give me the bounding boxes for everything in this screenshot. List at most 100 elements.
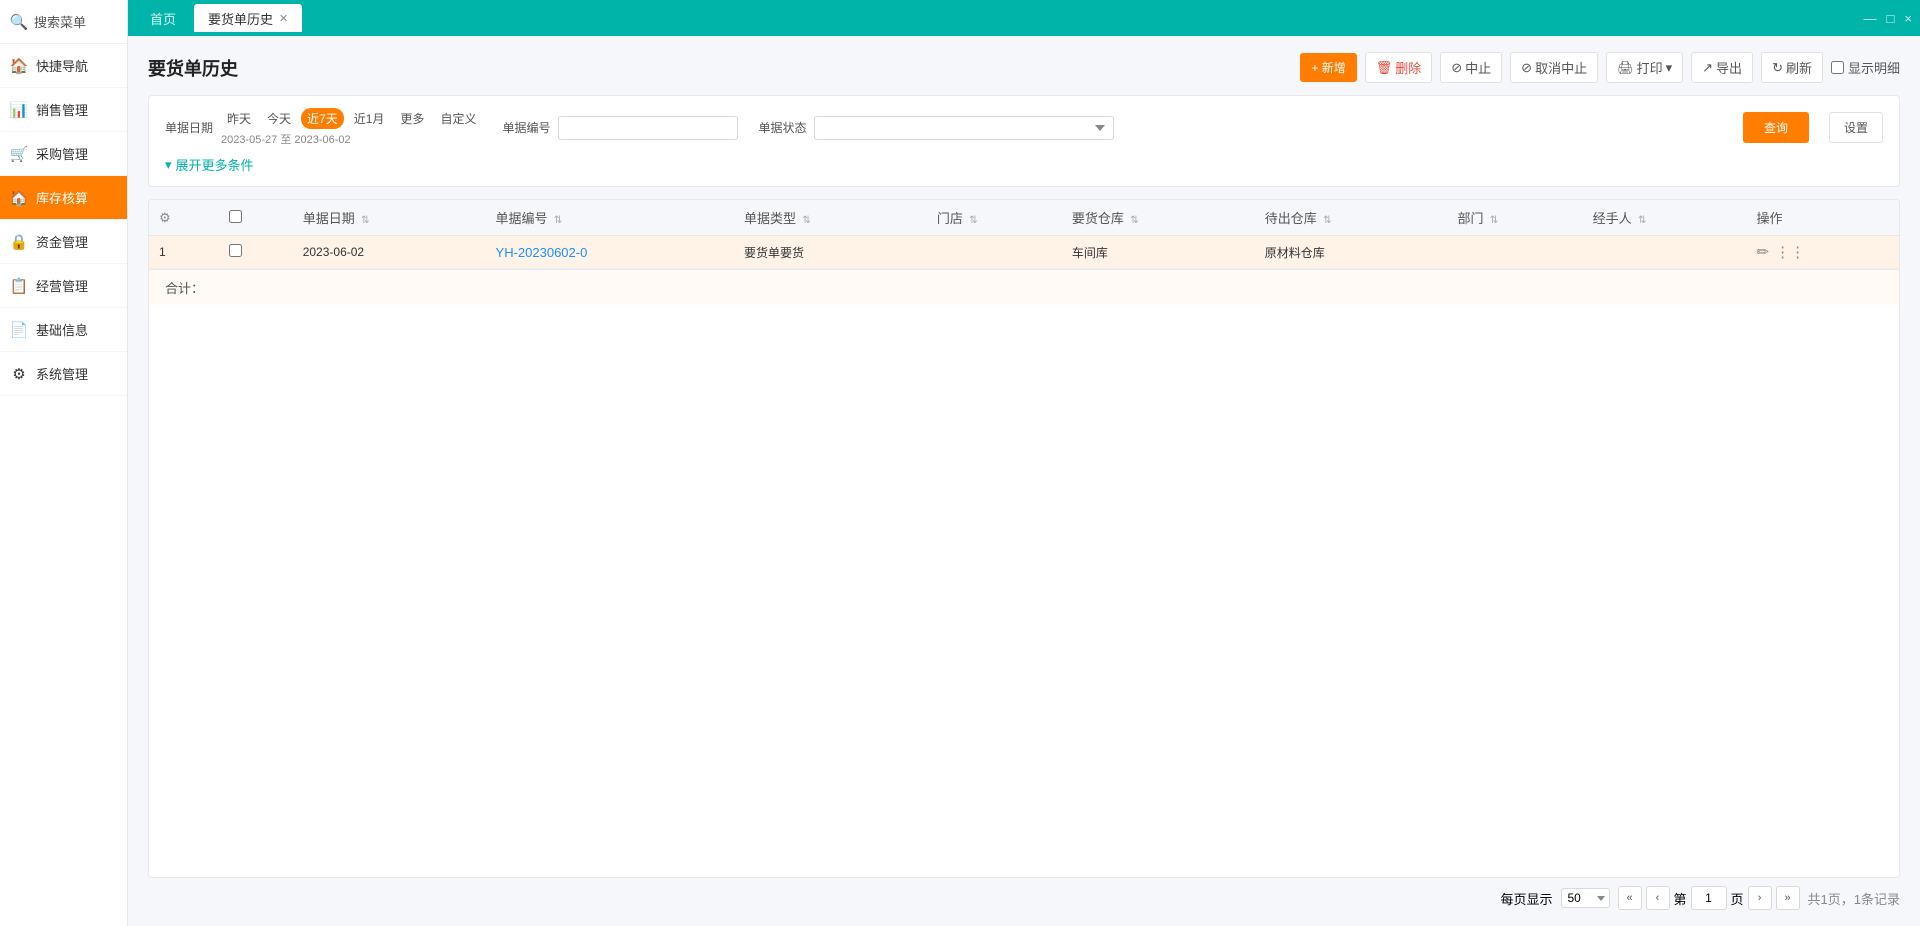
date-options-row: 昨天 今天 近7天 近1月 更多 自定义 <box>221 108 482 129</box>
tab-close-icon[interactable]: ✕ <box>279 12 288 25</box>
date-opt-yesterday[interactable]: 昨天 <box>221 108 257 129</box>
cell-store <box>927 236 1062 269</box>
sidebar-item-operations[interactable]: 📋 经营管理 <box>0 264 127 308</box>
delete-button[interactable]: 🗑 删除 <box>1365 52 1433 83</box>
print-button[interactable]: 🖨 打印 ▾ <box>1606 52 1683 83</box>
col-actions: 操作 <box>1747 200 1900 236</box>
col-req-warehouse-label: 要货仓库 <box>1072 211 1124 226</box>
new-button[interactable]: + 新增 <box>1300 53 1356 82</box>
cell-checkbox <box>219 236 292 269</box>
basic-icon: 📄 <box>10 321 28 339</box>
cancel-stop-button[interactable]: ⊘ 取消中止 <box>1510 52 1598 83</box>
bill-no-filter-group: 单据编号 <box>502 116 738 140</box>
purchase-icon: 🛒 <box>10 145 28 163</box>
cell-req-warehouse: 车间库 <box>1062 236 1255 269</box>
col-handler[interactable]: 经手人 ⇅ <box>1583 200 1747 236</box>
cell-pending-warehouse: 原材料仓库 <box>1255 236 1448 269</box>
sort-dept-icon: ⇅ <box>1490 215 1498 226</box>
date-options: 昨天 今天 近7天 近1月 更多 自定义 2023-05-27 至 2023-0… <box>221 108 482 147</box>
print-icon: 🖨 <box>1617 60 1634 76</box>
sidebar-item-quick-nav[interactable]: 🏠 快捷导航 <box>0 44 127 88</box>
system-icon: ⚙ <box>10 365 28 383</box>
col-bill-no[interactable]: 单据编号 ⇅ <box>486 200 735 236</box>
display-detail-checkbox[interactable] <box>1831 61 1844 74</box>
sidebar-item-finance[interactable]: 🔒 资金管理 <box>0 220 127 264</box>
page-size-select[interactable]: 20 50 100 <box>1561 888 1610 908</box>
col-req-warehouse[interactable]: 要货仓库 ⇅ <box>1062 200 1255 236</box>
col-settings[interactable]: ⚙ <box>149 200 219 236</box>
next-page-button[interactable]: › <box>1748 886 1772 910</box>
sidebar-search[interactable]: 🔍 搜索菜单 <box>0 0 127 44</box>
date-opt-more[interactable]: 更多 <box>394 108 430 129</box>
col-bill-type[interactable]: 单据类型 ⇅ <box>734 200 927 236</box>
more-action-icon[interactable]: ⋮⋮ <box>1775 243 1805 261</box>
date-opt-1month[interactable]: 近1月 <box>348 108 391 129</box>
tab-requisition-history[interactable]: 要货单历史 ✕ <box>194 4 302 32</box>
date-opt-today[interactable]: 今天 <box>261 108 297 129</box>
status-label: 单据状态 <box>758 119 806 136</box>
refresh-button[interactable]: ↻ 刷新 <box>1761 52 1823 83</box>
page-header: 要货单历史 + 新增 🗑 删除 ⊘ 中止 ⊘ 取消中止 🖨 打印 <box>148 52 1900 83</box>
export-button[interactable]: ↗ 导出 <box>1691 52 1753 83</box>
sidebar-item-label: 经营管理 <box>36 276 88 295</box>
inventory-icon: 🏠 <box>10 189 28 207</box>
last-page-button[interactable]: » <box>1776 886 1800 910</box>
export-icon: ↗ <box>1702 60 1713 76</box>
date-filter-group: 单据日期 昨天 今天 近7天 近1月 更多 自定义 2023-05-27 至 2… <box>165 108 482 147</box>
window-close[interactable]: × <box>1904 11 1912 26</box>
sort-pending-icon: ⇅ <box>1323 215 1331 226</box>
col-bill-type-label: 单据类型 <box>744 211 796 226</box>
window-maximize[interactable]: □ <box>1887 11 1895 26</box>
select-all-checkbox[interactable] <box>229 210 242 223</box>
search-icon: 🔍 <box>10 13 28 31</box>
status-filter-group: 单据状态 <box>758 116 1723 140</box>
cell-bill-no: YH-20230602-0 <box>486 236 735 269</box>
tab-bar-controls: — □ × <box>1864 11 1912 26</box>
page-input[interactable] <box>1691 886 1727 910</box>
sidebar-search-label: 搜索菜单 <box>34 12 86 31</box>
col-department[interactable]: 部门 ⇅ <box>1448 200 1583 236</box>
settings-button[interactable]: 设置 <box>1829 112 1883 143</box>
expand-more-btn[interactable]: ▾ 展开更多条件 <box>165 155 1883 174</box>
col-pending-warehouse[interactable]: 待出仓库 ⇅ <box>1255 200 1448 236</box>
date-range-display: 2023-05-27 至 2023-06-02 <box>221 131 482 147</box>
finance-icon: 🔒 <box>10 233 28 251</box>
delete-icon: 🗑 <box>1376 60 1393 76</box>
window-minimize[interactable]: — <box>1864 11 1877 26</box>
bill-no-input[interactable] <box>558 116 738 140</box>
filter-row: 单据日期 昨天 今天 近7天 近1月 更多 自定义 2023-05-27 至 2… <box>165 108 1883 147</box>
tab-home[interactable]: 首页 <box>136 4 190 32</box>
col-store[interactable]: 门店 ⇅ <box>927 200 1062 236</box>
sidebar-item-basic[interactable]: 📄 基础信息 <box>0 308 127 352</box>
toolbar: + 新增 🗑 删除 ⊘ 中止 ⊘ 取消中止 🖨 打印 ▾ <box>1300 52 1900 83</box>
col-date[interactable]: 单据日期 ⇅ <box>293 200 486 236</box>
sidebar-item-inventory[interactable]: 🏠 库存核算 <box>0 176 127 220</box>
cell-actions: ✏ ⋮⋮ <box>1747 236 1900 269</box>
sort-handler-icon: ⇅ <box>1638 215 1646 226</box>
page-label: 第 <box>1674 889 1687 908</box>
table-settings-icon[interactable]: ⚙ <box>159 210 171 225</box>
total-label: 合计： <box>165 278 204 297</box>
pagination-bar: 每页显示 20 50 100 « ‹ 第 页 › » 共1页，1条记录 <box>148 878 1900 910</box>
stop-button[interactable]: ⊘ 中止 <box>1440 52 1502 83</box>
display-detail-toggle[interactable]: 显示明细 <box>1831 58 1900 77</box>
date-opt-custom[interactable]: 自定义 <box>434 108 482 129</box>
query-button[interactable]: 查询 <box>1743 112 1809 143</box>
tab-home-label: 首页 <box>150 9 176 28</box>
stop-icon: ⊘ <box>1451 60 1462 76</box>
bill-no-link[interactable]: YH-20230602-0 <box>496 245 588 260</box>
sidebar-item-label: 系统管理 <box>36 364 88 383</box>
first-page-button[interactable]: « <box>1618 886 1642 910</box>
edit-action-icon[interactable]: ✏ <box>1757 243 1770 261</box>
sidebar-item-purchase[interactable]: 🛒 采购管理 <box>0 132 127 176</box>
tab-bar: 首页 要货单历史 ✕ — □ × <box>128 0 1920 36</box>
prev-page-button[interactable]: ‹ <box>1646 886 1670 910</box>
sidebar-item-label: 销售管理 <box>36 100 88 119</box>
date-opt-7days[interactable]: 近7天 <box>301 108 344 129</box>
row-checkbox[interactable] <box>229 244 242 257</box>
sidebar-item-sales[interactable]: 📊 销售管理 <box>0 88 127 132</box>
cell-index: 1 <box>149 236 219 269</box>
sidebar-item-system[interactable]: ⚙ 系统管理 <box>0 352 127 396</box>
status-select[interactable] <box>814 116 1114 140</box>
sidebar: 🔍 搜索菜单 🏠 快捷导航 📊 销售管理 🛒 采购管理 🏠 库存核算 🔒 资金管… <box>0 0 128 926</box>
